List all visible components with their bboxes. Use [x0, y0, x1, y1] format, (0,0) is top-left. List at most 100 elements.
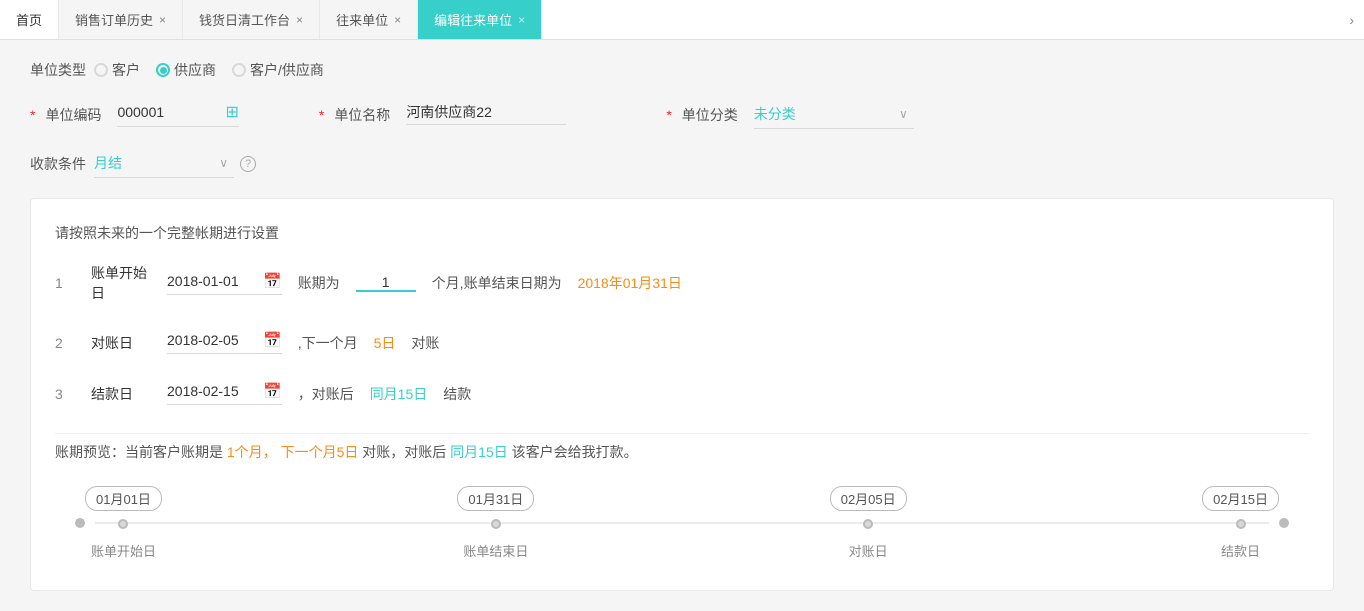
tab-edit-partner[interactable]: 编辑往来单位 ×	[418, 0, 542, 39]
unit-category-arrow: ∨	[899, 107, 908, 121]
step-3-row: 3 结款日 📅 ，对账后 同月15日 结款	[55, 382, 1309, 405]
unit-name-label: 单位名称	[334, 105, 390, 125]
payment-terms-help-icon[interactable]: ?	[240, 156, 256, 172]
node-dot-1	[118, 519, 128, 529]
tab-home[interactable]: 首页	[0, 0, 59, 39]
step-1-num: 1	[55, 275, 75, 291]
tab-sales-close[interactable]: ×	[159, 13, 166, 27]
tab-sales-history[interactable]: 销售订单历史 ×	[59, 0, 183, 39]
node-label-3: 对账日	[849, 541, 888, 560]
tab-more[interactable]: ›	[1339, 0, 1364, 39]
step-1-date-input[interactable]	[167, 273, 257, 289]
node-label-1: 账单开始日	[91, 541, 156, 560]
step-1-label: 账单开始日	[91, 263, 151, 303]
step-2-date-input[interactable]	[167, 332, 257, 348]
unit-type-row: 单位类型 客户 供应商 客户/供应商	[30, 60, 1334, 80]
step-1-suffix-after: 个月,账单结束日期为	[432, 273, 562, 293]
step-2-num: 2	[55, 335, 75, 351]
unit-name-star: *	[319, 107, 324, 123]
payment-terms-select[interactable]: 月结 ∨	[94, 149, 234, 178]
unit-category-select[interactable]: 未分类 ∨	[754, 100, 914, 129]
step-2-row: 2 对账日 📅 ,下一个月 5日 对账	[55, 331, 1309, 354]
preview-part3: 同月15日	[450, 444, 508, 460]
tab-partner-label: 往来单位	[336, 10, 388, 29]
node-tag-4: 02月15日	[1202, 486, 1279, 511]
unit-category-field: * 单位分类 未分类 ∨	[666, 100, 913, 129]
step-2-suffix-before: ,下一个月	[298, 333, 358, 353]
tab-home-label: 首页	[16, 10, 42, 29]
step-3-date: 📅	[167, 382, 282, 405]
node-label-4: 结款日	[1221, 541, 1260, 560]
radio-customer[interactable]: 客户	[94, 60, 140, 80]
payment-terms-label: 收款条件	[30, 154, 86, 174]
unit-code-label: 单位编码	[45, 105, 101, 125]
unit-category-star: *	[666, 107, 671, 123]
unit-code-field: * 单位编码 ⊞	[30, 102, 239, 127]
tab-sales-label: 销售订单历史	[75, 10, 153, 29]
tab-cash-close[interactable]: ×	[296, 13, 303, 27]
unit-name-input-wrapper	[406, 104, 566, 125]
tab-edit-partner-close[interactable]: ×	[518, 13, 525, 27]
unit-category-value: 未分类	[754, 104, 895, 124]
step-2-label: 对账日	[91, 333, 151, 353]
radio-supplier-circle	[156, 63, 170, 77]
node-label-2: 账单结束日	[463, 541, 528, 560]
timeline-node-4: 02月15日 结款日	[1202, 486, 1279, 560]
tab-bar: 首页 销售订单历史 × 钱货日清工作台 × 往来单位 × 编辑往来单位 × ›	[0, 0, 1364, 40]
step-1-cal-icon[interactable]: 📅	[263, 272, 282, 290]
radio-supplier[interactable]: 供应商	[156, 60, 216, 80]
tab-partner[interactable]: 往来单位 ×	[320, 0, 418, 39]
unit-code-star: *	[30, 107, 35, 123]
radio-both[interactable]: 客户/供应商	[232, 60, 324, 80]
step-3-suffix-before: ，对账后	[298, 384, 354, 404]
preview-part1: 1个月，	[227, 444, 277, 460]
tab-cash-work[interactable]: 钱货日清工作台 ×	[183, 0, 320, 39]
timeline-node-1: 01月01日 账单开始日	[85, 486, 162, 560]
tab-edit-partner-label: 编辑往来单位	[434, 10, 512, 29]
tab-partner-close[interactable]: ×	[394, 13, 401, 27]
step-1-period-input[interactable]	[356, 274, 416, 290]
step-3-suffix-after: 结款	[443, 384, 471, 404]
timeline-end-dot	[1279, 518, 1289, 528]
node-tag-1: 01月01日	[85, 486, 162, 511]
unit-code-input[interactable]	[117, 104, 217, 120]
unit-code-input-wrapper: ⊞	[117, 102, 238, 127]
settings-card: 请按照未来的一个完整帐期进行设置 1 账单开始日 📅 账期为 个月,账单结束日期…	[30, 198, 1334, 591]
step-2-highlight: 5日	[374, 333, 396, 353]
step-3-num: 3	[55, 386, 75, 402]
node-tag-2: 01月31日	[457, 486, 534, 511]
payment-terms-value: 月结	[94, 153, 215, 173]
step-3-date-input[interactable]	[167, 383, 257, 399]
radio-both-label: 客户/供应商	[250, 60, 324, 80]
step-1-highlight: 2018年01月31日	[578, 273, 682, 293]
tab-cash-label: 钱货日清工作台	[199, 10, 290, 29]
node-dot-2	[491, 519, 501, 529]
radio-customer-circle	[94, 63, 108, 77]
radio-both-circle	[232, 63, 246, 77]
unit-code-lookup-icon[interactable]: ⊞	[225, 102, 238, 122]
timeline-nodes: 01月01日 账单开始日 01月31日 账单结束日 02月05日	[85, 486, 1279, 560]
step-3-highlight: 同月15日	[370, 384, 428, 404]
timeline-start-dot	[75, 518, 85, 528]
step-1-row: 1 账单开始日 📅 账期为 个月,账单结束日期为 2018年01月31日	[55, 263, 1309, 303]
radio-customer-label: 客户	[112, 60, 140, 80]
step-3-cal-icon[interactable]: 📅	[263, 382, 282, 400]
step-2-cal-icon[interactable]: 📅	[263, 331, 282, 349]
step-1-date: 📅	[167, 272, 282, 295]
preview-end: 该客户会给我打款。	[512, 444, 638, 460]
node-tag-3: 02月05日	[830, 486, 907, 511]
timeline: 01月01日 账单开始日 01月31日 账单结束日 02月05日	[55, 486, 1309, 560]
payment-terms-arrow: ∨	[219, 156, 228, 170]
unit-type-label: 单位类型	[30, 60, 86, 80]
unit-name-input[interactable]	[406, 104, 566, 120]
step-2-date: 📅	[167, 331, 282, 354]
step-1-suffix-before: 账期为	[298, 273, 340, 293]
unit-name-field: * 单位名称	[319, 104, 566, 125]
node-dot-3	[863, 519, 873, 529]
card-title: 请按照未来的一个完整帐期进行设置	[55, 223, 1309, 243]
content-area: 单位类型 客户 供应商 客户/供应商 * 单位编码 ⊞	[0, 40, 1364, 611]
timeline-node-3: 02月05日 对账日	[830, 486, 907, 560]
step-2-suffix-after: 对账	[411, 333, 439, 353]
payment-terms-row: 收款条件 月结 ∨ ?	[30, 149, 1334, 178]
card-divider	[55, 433, 1309, 434]
